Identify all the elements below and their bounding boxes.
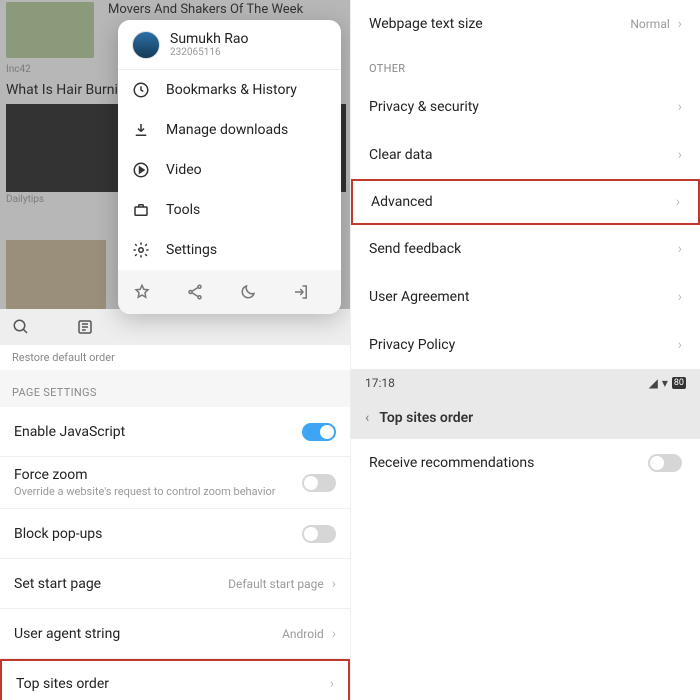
moon-icon[interactable] <box>239 283 257 301</box>
chevron-right-icon: › <box>678 241 682 257</box>
chevron-right-icon: › <box>678 337 682 353</box>
menu-video[interactable]: Video <box>118 150 341 190</box>
row-label: Privacy Policy <box>369 337 678 353</box>
news-icon[interactable] <box>76 318 94 336</box>
toggle[interactable] <box>648 454 682 472</box>
row-user-agent[interactable]: User agent string Android › <box>0 609 350 659</box>
row-send-feedback[interactable]: Send feedback › <box>351 225 700 273</box>
briefcase-icon <box>132 201 150 219</box>
status-time: 17:18 <box>365 376 395 390</box>
gear-icon <box>132 241 150 259</box>
row-privacy-policy[interactable]: Privacy Policy › <box>351 321 700 369</box>
play-icon <box>132 161 150 179</box>
row-block-popups[interactable]: Block pop-ups <box>0 509 350 559</box>
section-header: PAGE SETTINGS <box>0 370 350 407</box>
row-label: Webpage text size <box>369 16 630 32</box>
row-label: Top sites order <box>16 676 330 692</box>
news-headline: Movers And Shakers Of The Week <box>108 2 340 17</box>
download-icon <box>132 121 150 139</box>
chevron-right-icon: › <box>330 676 334 692</box>
chevron-right-icon: › <box>678 147 682 163</box>
row-label: Send feedback <box>369 241 678 257</box>
toggle[interactable] <box>302 525 336 543</box>
user-name: Sumukh Rao <box>170 31 249 47</box>
row-label: Set start page <box>14 576 228 592</box>
menu-label: Settings <box>166 242 217 258</box>
news-thumb-3 <box>6 240 106 310</box>
chevron-right-icon: › <box>678 289 682 305</box>
exit-icon[interactable] <box>292 283 310 301</box>
row-label: Block pop-ups <box>14 526 302 542</box>
row-user-agreement[interactable]: User Agreement › <box>351 273 700 321</box>
row-label: Privacy & security <box>369 99 678 115</box>
row-set-start-page[interactable]: Set start page Default start page › <box>0 559 350 609</box>
bottom-nav <box>0 309 350 345</box>
menu-label: Manage downloads <box>166 122 288 138</box>
news-thumb <box>6 2 94 58</box>
menu-label: Tools <box>166 202 200 218</box>
row-advanced[interactable]: Advanced › <box>351 179 700 225</box>
status-bar: 17:18 ◢ ▾ 80 <box>351 369 700 397</box>
toggle[interactable] <box>302 423 336 441</box>
row-label: User agent string <box>14 626 282 642</box>
share-icon[interactable] <box>186 283 204 301</box>
menu-settings[interactable]: Settings <box>118 230 341 270</box>
chevron-right-icon: › <box>678 99 682 115</box>
row-top-sites-order[interactable]: Top sites order › <box>0 659 350 700</box>
row-label: Clear data <box>369 147 678 163</box>
chevron-right-icon: › <box>678 16 682 32</box>
page-title: Top sites order <box>379 410 473 426</box>
search-icon[interactable] <box>12 318 30 336</box>
row-subtitle: Override a website's request to control … <box>14 485 302 498</box>
clock-icon <box>132 81 150 99</box>
row-label: Force zoom <box>14 467 302 483</box>
chevron-right-icon: › <box>332 626 336 642</box>
user-id: 232065116 <box>170 47 249 58</box>
signal-icon: ◢ <box>649 376 658 390</box>
menu-tools[interactable]: Tools <box>118 190 341 230</box>
section-header-other: OTHER <box>351 48 700 83</box>
menu-label: Video <box>166 162 202 178</box>
menu-label: Bookmarks & History <box>166 82 297 98</box>
avatar <box>132 31 160 59</box>
app-bar: ‹ Top sites order <box>351 397 700 439</box>
row-receive-recommendations[interactable]: Receive recommendations <box>351 439 700 487</box>
row-label: Receive recommendations <box>369 455 648 471</box>
row-webpage-text-size[interactable]: Webpage text size Normal › <box>351 0 700 48</box>
row-force-zoom[interactable]: Force zoom Override a website's request … <box>0 457 350 509</box>
row-value: Default start page <box>228 577 324 591</box>
row-label: Advanced <box>371 194 676 210</box>
row-privacy-security[interactable]: Privacy & security › <box>351 83 700 131</box>
battery-icon: 80 <box>672 377 686 389</box>
chevron-right-icon: › <box>332 576 336 592</box>
row-value: Android <box>282 627 324 641</box>
back-icon[interactable]: ‹ <box>365 410 369 426</box>
row-label: Enable JavaScript <box>14 424 302 440</box>
chevron-right-icon: › <box>676 194 680 210</box>
user-profile-row[interactable]: Sumukh Rao 232065116 <box>118 20 341 70</box>
restore-default-order[interactable]: Restore default order <box>0 345 350 370</box>
menu-downloads[interactable]: Manage downloads <box>118 110 341 150</box>
row-value: Normal <box>630 17 669 31</box>
row-label: User Agreement <box>369 289 678 305</box>
star-icon[interactable] <box>133 283 151 301</box>
news-source: Inc42 <box>6 64 31 75</box>
toggle[interactable] <box>302 474 336 492</box>
row-clear-data[interactable]: Clear data › <box>351 131 700 179</box>
wifi-icon: ▾ <box>662 376 668 390</box>
row-enable-javascript[interactable]: Enable JavaScript <box>0 407 350 457</box>
menu-bookmarks[interactable]: Bookmarks & History <box>118 70 341 110</box>
main-menu-popup: Sumukh Rao 232065116 Bookmarks & History… <box>118 20 341 314</box>
